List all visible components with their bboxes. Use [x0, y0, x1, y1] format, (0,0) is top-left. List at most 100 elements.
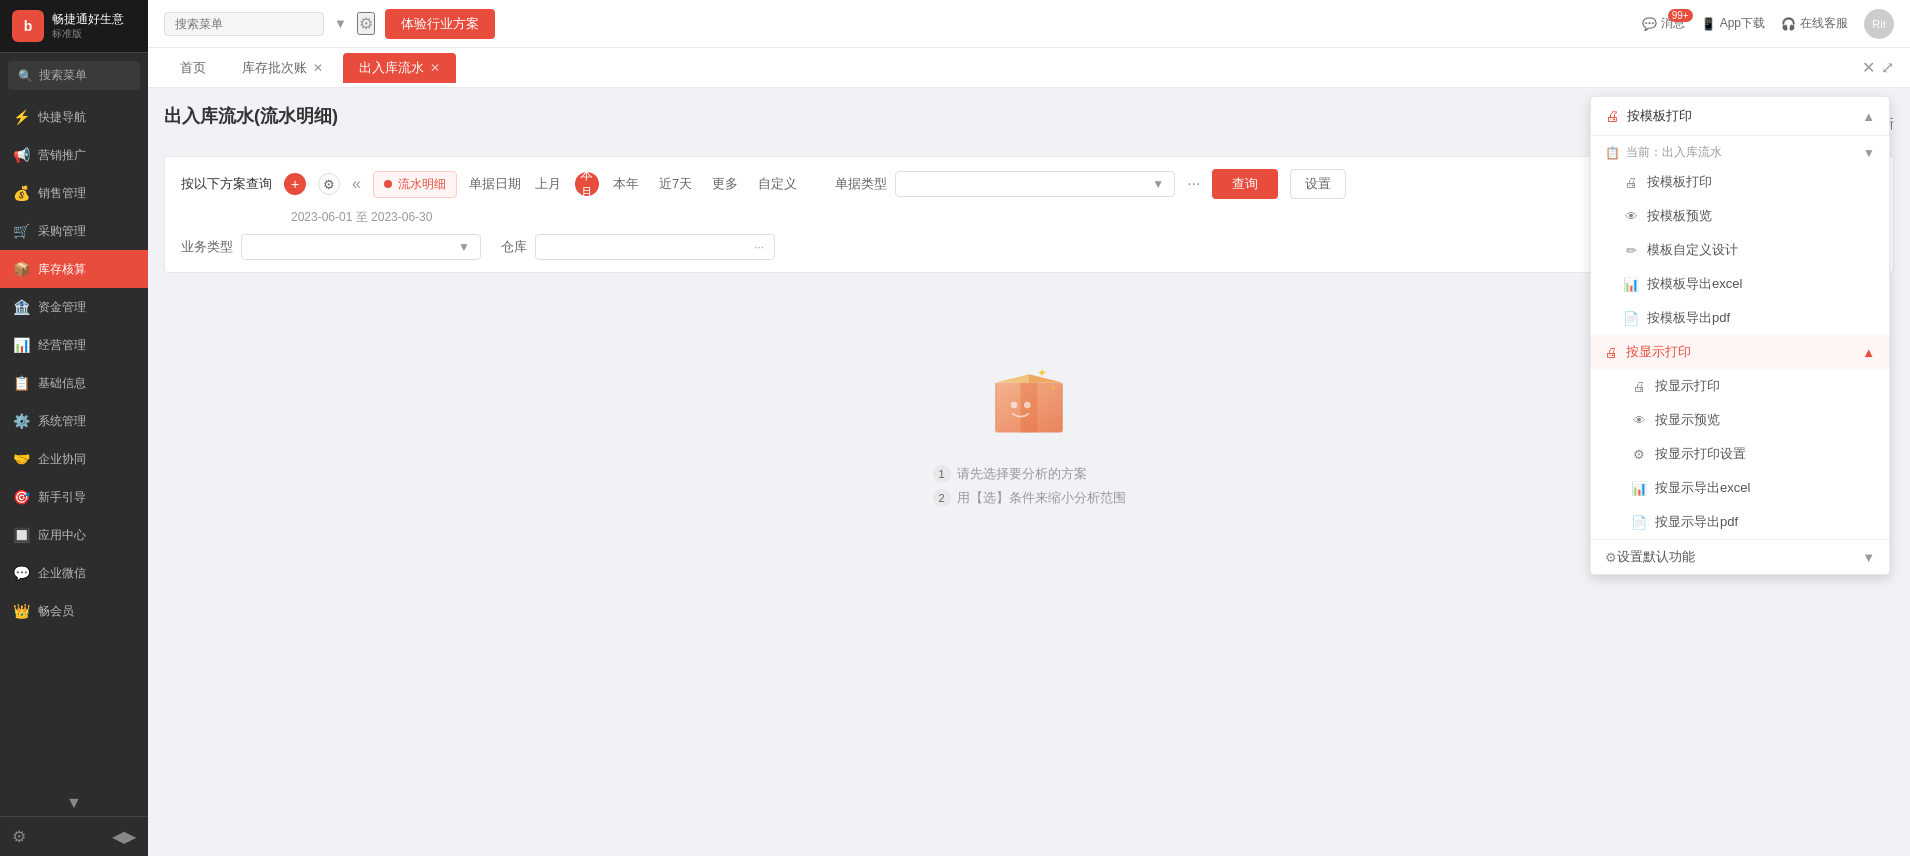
scroll-down-button[interactable]: ▼ — [66, 794, 82, 812]
search-icon: 🔍 — [18, 69, 33, 83]
warehouse-label: 仓库 — [501, 238, 527, 256]
add-condition-button[interactable]: + — [284, 173, 306, 195]
display-section-header[interactable]: 🖨 按显示打印 ▲ — [1591, 335, 1889, 369]
svg-point-9 — [1024, 402, 1031, 409]
app-download-button[interactable]: 📱 App下载 — [1701, 15, 1765, 32]
svg-marker-1 — [996, 374, 1029, 382]
date-label: 单据日期 — [469, 175, 521, 193]
date-last-month[interactable]: 上月 — [529, 173, 567, 195]
sidebar-item-label: 新手引导 — [38, 489, 86, 506]
industry-btn[interactable]: 体验行业方案 — [385, 9, 495, 39]
tab-inout-flow[interactable]: 出入库流水 ✕ — [343, 53, 456, 83]
display-excel-label: 按显示导出excel — [1655, 479, 1750, 497]
sidebar-item-marketing[interactable]: 📢 营销推广 — [0, 136, 148, 174]
sidebar-item-basic[interactable]: 📋 基础信息 — [0, 364, 148, 402]
collapse-button[interactable]: « — [352, 175, 361, 193]
doc-type-input[interactable]: ▼ — [895, 171, 1175, 197]
print-current-header: 📋 当前：出入库流水 ▼ — [1591, 136, 1889, 165]
hint-item-2: 2 用【选】条件来缩小分析范围 — [933, 489, 1126, 507]
sidebar-item-enterprise[interactable]: 🤝 企业协同 — [0, 440, 148, 478]
display-section-chevron: ▲ — [1862, 345, 1875, 360]
sidebar-search-area[interactable]: 🔍 搜索菜单 — [0, 53, 148, 98]
inout-flow-tab-close[interactable]: ✕ — [430, 61, 440, 75]
template-preview-item[interactable]: 👁 按模板预览 — [1591, 199, 1889, 233]
print-dropdown-header[interactable]: 🖨 按模板打印 ▲ — [1591, 97, 1889, 136]
sidebar-item-finance[interactable]: 🏦 资金管理 — [0, 288, 148, 326]
print-current-label: 📋 当前：出入库流水 — [1605, 144, 1722, 161]
online-service-button[interactable]: 🎧 在线客服 — [1781, 15, 1848, 32]
date-7days[interactable]: 近7天 — [653, 173, 698, 195]
svg-point-8 — [1011, 402, 1018, 409]
date-this-year[interactable]: 本年 — [607, 173, 645, 195]
sidebar-item-wechat[interactable]: 💬 企业微信 — [0, 554, 148, 592]
template-custom-item[interactable]: ✏ 模板自定义设计 — [1591, 233, 1889, 267]
set-default-label: 设置默认功能 — [1617, 548, 1695, 566]
biz-type-chevron: ▼ — [458, 240, 470, 254]
display-settings-label: 按显示打印设置 — [1655, 445, 1746, 463]
sidebar-item-operations[interactable]: 📊 经营管理 — [0, 326, 148, 364]
sidebar-item-inventory[interactable]: 📦 库存核算 — [0, 250, 148, 288]
sidebar-item-system[interactable]: ⚙️ 系统管理 — [0, 402, 148, 440]
quick-nav-icon: ⚡ — [12, 108, 30, 126]
template-excel-item[interactable]: 📊 按模板导出excel — [1591, 267, 1889, 301]
warehouse-input[interactable]: ··· — [535, 234, 775, 260]
print-dropdown-title: 🖨 按模板打印 — [1605, 107, 1692, 125]
filter-tag-liushui[interactable]: 流水明细 — [373, 171, 457, 198]
topbar-gear-button[interactable]: ⚙ — [357, 12, 375, 35]
more-actions-button[interactable]: ··· — [1187, 175, 1200, 193]
current-template-icon: 📋 — [1605, 146, 1620, 160]
template-print-label: 按模板打印 — [1647, 173, 1712, 191]
sidebar-item-label: 应用中心 — [38, 527, 86, 544]
sidebar-item-vip[interactable]: 👑 畅会员 — [0, 592, 148, 630]
guide-icon: 🎯 — [12, 488, 30, 506]
sidebar-item-purchase[interactable]: 🛒 采购管理 — [0, 212, 148, 250]
settings-button[interactable]: 设置 — [1290, 169, 1346, 199]
display-print-item[interactable]: 🖨 按显示打印 — [1591, 369, 1889, 403]
display-pdf-item[interactable]: 📄 按显示导出pdf — [1591, 505, 1889, 539]
display-preview-item[interactable]: 👁 按显示预览 — [1591, 403, 1889, 437]
sidebar-scroll-down[interactable]: ▼ — [0, 790, 148, 816]
template-preview-label: 按模板预览 — [1647, 207, 1712, 225]
date-this-month[interactable]: 本月 — [575, 172, 599, 196]
collapse-sidebar-button[interactable]: ◀▶ — [112, 827, 136, 846]
sidebar-item-label: 畅会员 — [38, 603, 74, 620]
topbar-search-input[interactable] — [164, 12, 324, 36]
tab-close-all-button[interactable]: ✕ — [1862, 58, 1875, 77]
set-default-item[interactable]: ⚙ 设置默认功能 ▼ — [1591, 539, 1889, 574]
tab-inventory-batch[interactable]: 库存批次账 ✕ — [226, 53, 339, 83]
sidebar-item-label: 企业微信 — [38, 565, 86, 582]
template-pdf-item[interactable]: 📄 按模板导出pdf — [1591, 301, 1889, 335]
system-icon: ⚙️ — [12, 412, 30, 430]
display-section-icon: 🖨 — [1605, 345, 1618, 360]
date-custom[interactable]: 自定义 — [752, 173, 803, 195]
sidebar-item-quick-nav[interactable]: ⚡ 快捷导航 — [0, 98, 148, 136]
hint-item-1: 1 请先选择要分析的方案 — [933, 465, 1126, 483]
finance-icon: 🏦 — [12, 298, 30, 316]
template-print-item[interactable]: 🖨 按模板打印 — [1591, 165, 1889, 199]
sidebar-item-sales[interactable]: 💰 销售管理 — [0, 174, 148, 212]
search-menu-button[interactable]: 🔍 搜索菜单 — [8, 61, 140, 90]
sidebar-item-apps[interactable]: 🔲 应用中心 — [0, 516, 148, 554]
date-more[interactable]: 更多 — [706, 173, 744, 195]
current-template-text: 当前：出入库流水 — [1626, 144, 1722, 161]
settings-footer-button[interactable]: ⚙ — [12, 827, 26, 846]
biz-type-input[interactable]: ▼ — [241, 234, 481, 260]
hint-num-1: 1 — [933, 465, 951, 483]
display-print-label: 按显示打印 — [1655, 377, 1720, 395]
logo-icon: b — [12, 10, 44, 42]
inventory-batch-tab-close[interactable]: ✕ — [313, 61, 323, 75]
sidebar-item-label: 销售管理 — [38, 185, 86, 202]
msg-button[interactable]: 💬 消息 99+ — [1642, 15, 1685, 32]
sidebar-item-guide[interactable]: 🎯 新手引导 — [0, 478, 148, 516]
filter-dot — [384, 180, 392, 188]
topbar-chevron-icon[interactable]: ▼ — [334, 16, 347, 31]
set-condition-button[interactable]: ⚙ — [318, 173, 340, 195]
display-settings-item[interactable]: ⚙ 按显示打印设置 — [1591, 437, 1889, 471]
query-execute-button[interactable]: 查询 — [1212, 169, 1278, 199]
display-preview-icon: 👁 — [1631, 412, 1647, 428]
user-avatar[interactable]: Rit — [1864, 9, 1894, 39]
display-excel-item[interactable]: 📊 按显示导出excel — [1591, 471, 1889, 505]
tab-maximize-button[interactable]: ⤢ — [1881, 58, 1894, 77]
service-label: 在线客服 — [1800, 15, 1848, 32]
tab-home[interactable]: 首页 — [164, 53, 222, 83]
